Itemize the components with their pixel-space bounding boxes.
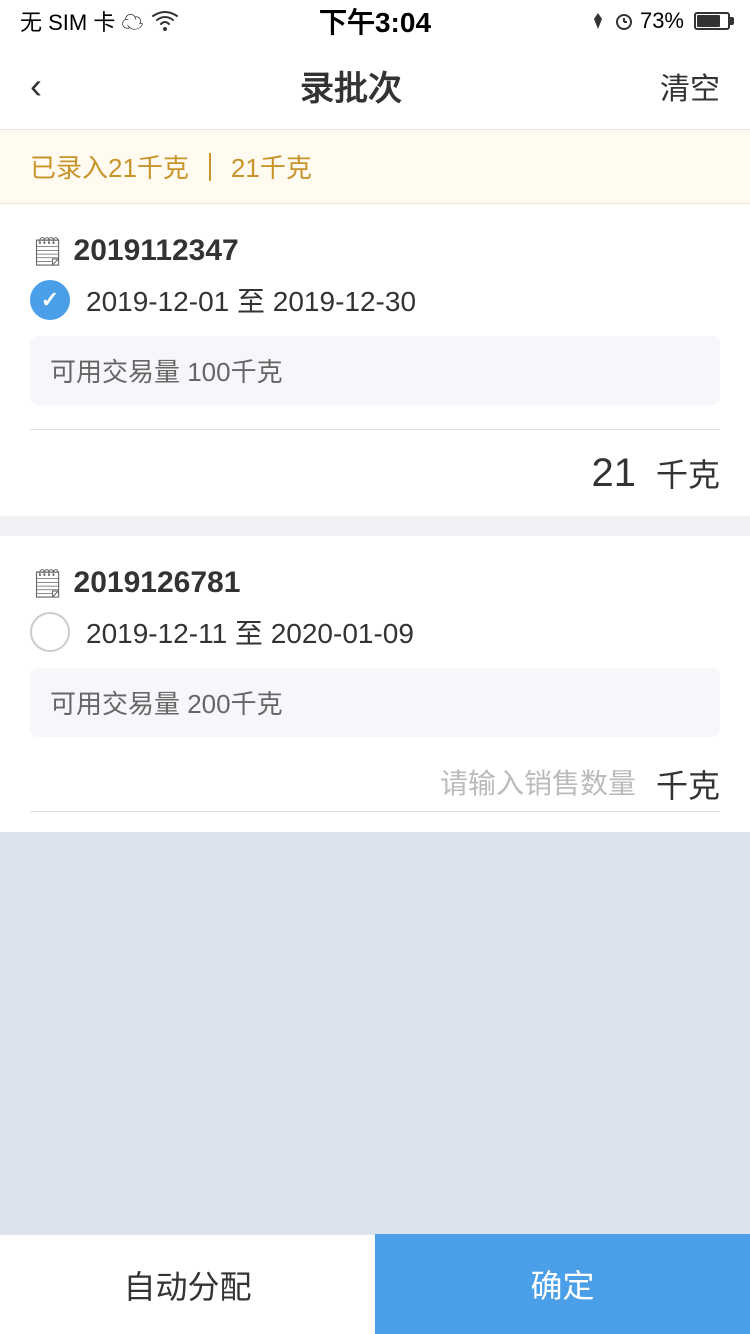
batch-2-id: 2019126781 — [74, 566, 241, 600]
section-divider — [0, 516, 750, 536]
batch-1-qty-wrapper: 21 千克 — [0, 429, 750, 516]
content-wrapper: 🗒 2019112347 ✓ 2019-12-01 至 2019-12-30 可… — [0, 204, 750, 1308]
batch-2-header: 🗒 2019126781 2019-12-11 至 2020-01-09 可用交… — [0, 536, 750, 737]
auto-distribute-button[interactable]: 自动分配 — [0, 1234, 375, 1334]
clear-button[interactable]: 清空 — [660, 64, 720, 108]
batch-2-available-text: 可用交易量 200千克 — [50, 689, 283, 719]
batch-1-check-icon: ✓ — [41, 287, 59, 313]
battery-percent: 73% — [640, 8, 684, 34]
wifi-icon — [151, 10, 179, 32]
batch-1-qty-row: 21 千克 — [30, 442, 720, 496]
recorded-amount: 已录入21千克 — [30, 148, 189, 185]
status-time: 下午3:04 — [319, 1, 431, 41]
batch-item-1: 🗒 2019112347 ✓ 2019-12-01 至 2019-12-30 可… — [0, 204, 750, 516]
batch-2-date: 2019-12-11 至 2020-01-09 — [86, 612, 414, 652]
batch-1-header: 🗒 2019112347 ✓ 2019-12-01 至 2019-12-30 可… — [0, 204, 750, 405]
batch-1-available-text: 可用交易量 100千克 — [50, 357, 283, 387]
batch-item-2: 🗒 2019126781 2019-12-11 至 2020-01-09 可用交… — [0, 536, 750, 832]
batch-1-unit: 千克 — [656, 450, 720, 496]
status-left: 无 SIM 卡 ☁ — [20, 5, 179, 37]
location-icon — [588, 11, 608, 31]
batch-2-radio[interactable] — [30, 612, 70, 652]
sim-label: 无 SIM 卡 ☁ — [20, 5, 143, 37]
batch-2-qty-wrapper: 千克 — [0, 761, 750, 832]
bottom-bar: 自动分配 确定 — [0, 1234, 750, 1334]
qty-input-underline — [30, 811, 720, 812]
info-banner: 已录入21千克 21千克 — [0, 130, 750, 204]
status-right: 73% — [588, 8, 730, 34]
batch-2-doc-icon: 🗒 — [30, 567, 66, 600]
confirm-button[interactable]: 确定 — [375, 1234, 750, 1334]
batch-1-qty-value: 21 — [591, 451, 636, 496]
batch-1-doc-icon: 🗒 — [30, 235, 66, 268]
batch-2-qty-input[interactable] — [356, 768, 636, 800]
batch-2-date-row[interactable]: 2019-12-11 至 2020-01-09 — [30, 612, 720, 652]
total-amount: 21千克 — [231, 148, 312, 185]
page-title: 录批次 — [300, 61, 402, 110]
batch-2-unit: 千克 — [656, 761, 720, 807]
batch-1-id-row: 🗒 2019112347 — [30, 234, 720, 268]
batch-2-id-row: 🗒 2019126781 — [30, 566, 720, 600]
batch-1-available: 可用交易量 100千克 — [30, 336, 720, 405]
nav-bar: ‹ 录批次 清空 — [0, 42, 750, 130]
info-divider — [209, 153, 211, 181]
back-button[interactable]: ‹ — [30, 65, 42, 107]
batch-1-radio[interactable]: ✓ — [30, 280, 70, 320]
alarm-icon — [614, 11, 634, 31]
batch-1-date-row[interactable]: ✓ 2019-12-01 至 2019-12-30 — [30, 280, 720, 320]
status-bar: 无 SIM 卡 ☁ 下午3:04 73% — [0, 0, 750, 42]
battery-icon — [694, 12, 730, 30]
batch-2-available: 可用交易量 200千克 — [30, 668, 720, 737]
batch-1-id: 2019112347 — [74, 234, 239, 268]
batch-1-date: 2019-12-01 至 2019-12-30 — [86, 280, 416, 320]
